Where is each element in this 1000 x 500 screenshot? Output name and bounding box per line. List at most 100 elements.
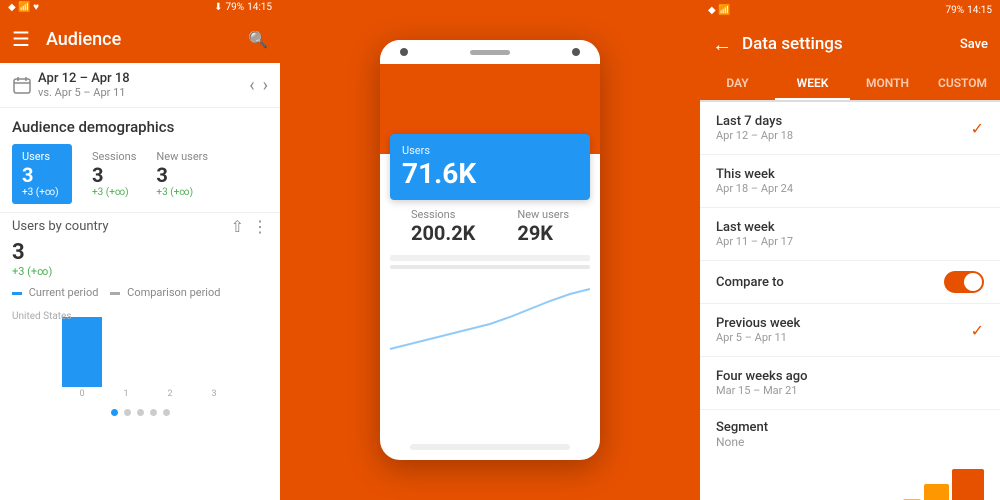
dot-3[interactable] [137,409,144,416]
compare-toggle[interactable] [944,271,984,293]
x-label-3: 2 [150,389,190,399]
settings-item-thisweek[interactable]: This week Apr 18 – Apr 24 [700,155,1000,208]
prevweek-title: Previous week [716,316,800,331]
share-icon[interactable]: ⇧ [231,217,244,236]
x-labels: 0 1 2 3 [12,389,268,399]
search-icon-p1[interactable]: 🔍 [248,30,268,49]
phone-chart-area [380,271,600,444]
x-label-1: 0 [62,389,102,399]
country-icons: ⇧ ⋮ [231,217,268,236]
section-title: Audience demographics [0,108,280,140]
country-header: Users by country ⇧ ⋮ [0,212,280,240]
country-change: +3 (+∞) [0,265,280,282]
battery-p3: 79% [946,5,965,16]
tab-week[interactable]: WEEK [775,68,850,100]
settings-item-prevweek[interactable]: Previous week Apr 5 – Apr 11 ✓ [700,304,1000,357]
fourweeks-sub: Mar 15 – Mar 21 [716,384,808,397]
settings-item-fourweeks[interactable]: Four weeks ago Mar 15 – Mar 21 [700,357,1000,410]
prevweek-sub: Apr 5 – Apr 11 [716,331,800,344]
time-p1: 14:15 [247,2,272,13]
compare-to-row: Compare to [700,261,1000,304]
settings-item-lastweek[interactable]: Last week Apr 11 – Apr 17 [700,208,1000,261]
new-users-label: New users [156,150,208,163]
new-users-value: 3 [156,163,208,187]
prev-date-button[interactable]: ‹ [249,75,254,96]
phone-new-users-label: New users [517,208,569,221]
status-icons-p3: 79% 14:15 [946,5,992,16]
metric-sessions[interactable]: Sessions 3 +3 (+∞) [82,144,146,204]
back-button[interactable]: ← [712,32,732,57]
bar-logo [903,469,984,500]
phone-mockup: Users 71.6K Sessions 200.2K New users 29… [380,40,600,460]
phone-sessions-value: 200.2K [411,221,475,245]
metrics-row: Users 3 +3 (+∞) Sessions 3 +3 (+∞) New u… [0,140,280,212]
settings-item-lastweek-info: Last week Apr 11 – Apr 17 [716,220,793,248]
settings-item-prevweek-info: Previous week Apr 5 – Apr 11 [716,316,800,344]
time-p3: 14:15 [967,5,992,16]
x-label-4: 3 [194,389,234,399]
thisweek-title: This week [716,167,793,182]
more-icon[interactable]: ⋮ [252,217,268,236]
phone-line-chart [388,279,592,359]
panel-audience: ◆ 📶 ♥ ⬇ 79% 14:15 ☰ Audience 🔍 Apr 12 – … [0,0,280,500]
users-value: 3 [22,163,62,187]
audience-title: Audience [46,29,121,50]
last7-title: Last 7 days [716,114,793,129]
p3-header: ← Data settings Save [700,20,1000,68]
logo-bar-large [952,469,984,500]
date-range-main: Apr 12 – Apr 18 [38,71,130,86]
dots-row [0,403,280,422]
panel-data-settings: ◆ 📶 79% 14:15 ← Data settings Save DAY W… [700,0,1000,500]
tab-day[interactable]: DAY [700,68,775,100]
users-label: Users [22,150,62,163]
dot-4[interactable] [150,409,157,416]
settings-item-last7-info: Last 7 days Apr 12 – Apr 18 [716,114,793,142]
bar-united-states [62,317,102,387]
date-info: Apr 12 – Apr 18 vs. Apr 5 – Apr 11 [38,71,130,99]
y-label-us: United States [12,311,72,322]
x-label-2: 1 [106,389,146,399]
metric-new-users[interactable]: New users 3 +3 (+∞) [146,144,218,204]
current-period-label: Current period [29,286,99,299]
comparison-period-dot [110,292,120,295]
date-row: Apr 12 – Apr 18 vs. Apr 5 – Apr 11 ‹ › [0,63,280,108]
tab-month[interactable]: MONTH [850,68,925,100]
phone-divider-2 [390,265,590,269]
settings-item-fourweeks-info: Four weeks ago Mar 15 – Mar 21 [716,369,808,397]
dot-5[interactable] [163,409,170,416]
tab-custom[interactable]: CUSTOM [925,68,1000,100]
segment-label: Segment [716,420,984,435]
users-change: +3 (+∞) [22,187,62,198]
phone-new-users-value: 29K [517,221,569,245]
logo-bar-medium [924,484,949,500]
next-date-button[interactable]: › [263,75,268,96]
legend-comparison: Comparison period [110,286,220,299]
dot-2[interactable] [124,409,131,416]
phone-camera [400,48,408,56]
hamburger-icon[interactable]: ☰ [12,27,30,51]
phone-camera-2 [572,48,580,56]
save-button[interactable]: Save [960,37,988,52]
metric-users[interactable]: Users 3 +3 (+∞) [12,144,72,204]
panel-center: Users 71.6K Sessions 200.2K New users 29… [280,0,700,500]
segment-row: Segment None [700,410,1000,459]
phone-sessions-label: Sessions [411,208,475,221]
thisweek-sub: Apr 18 – Apr 24 [716,182,793,195]
date-nav[interactable]: ‹ › [249,75,268,96]
status-left-p3: ◆ 📶 [708,5,731,16]
data-settings-title: Data settings [742,34,843,54]
tab-row: DAY WEEK MONTH CUSTOM [700,68,1000,102]
dot-1[interactable] [111,409,118,416]
settings-item-thisweek-info: This week Apr 18 – Apr 24 [716,167,793,195]
battery-text: 79% [226,2,245,13]
sessions-value: 3 [92,163,136,187]
phone-speaker [470,50,510,55]
settings-item-last7[interactable]: Last 7 days Apr 12 – Apr 18 ✓ [700,102,1000,155]
sessions-label: Sessions [92,150,136,163]
comparison-period-label: Comparison period [127,286,220,299]
phone-bottom-bar [410,444,570,450]
fourweeks-title: Four weeks ago [716,369,808,384]
compare-to-label: Compare to [716,275,784,290]
phone-metrics-block: Users 71.6K [390,134,590,200]
last7-check: ✓ [971,119,984,138]
